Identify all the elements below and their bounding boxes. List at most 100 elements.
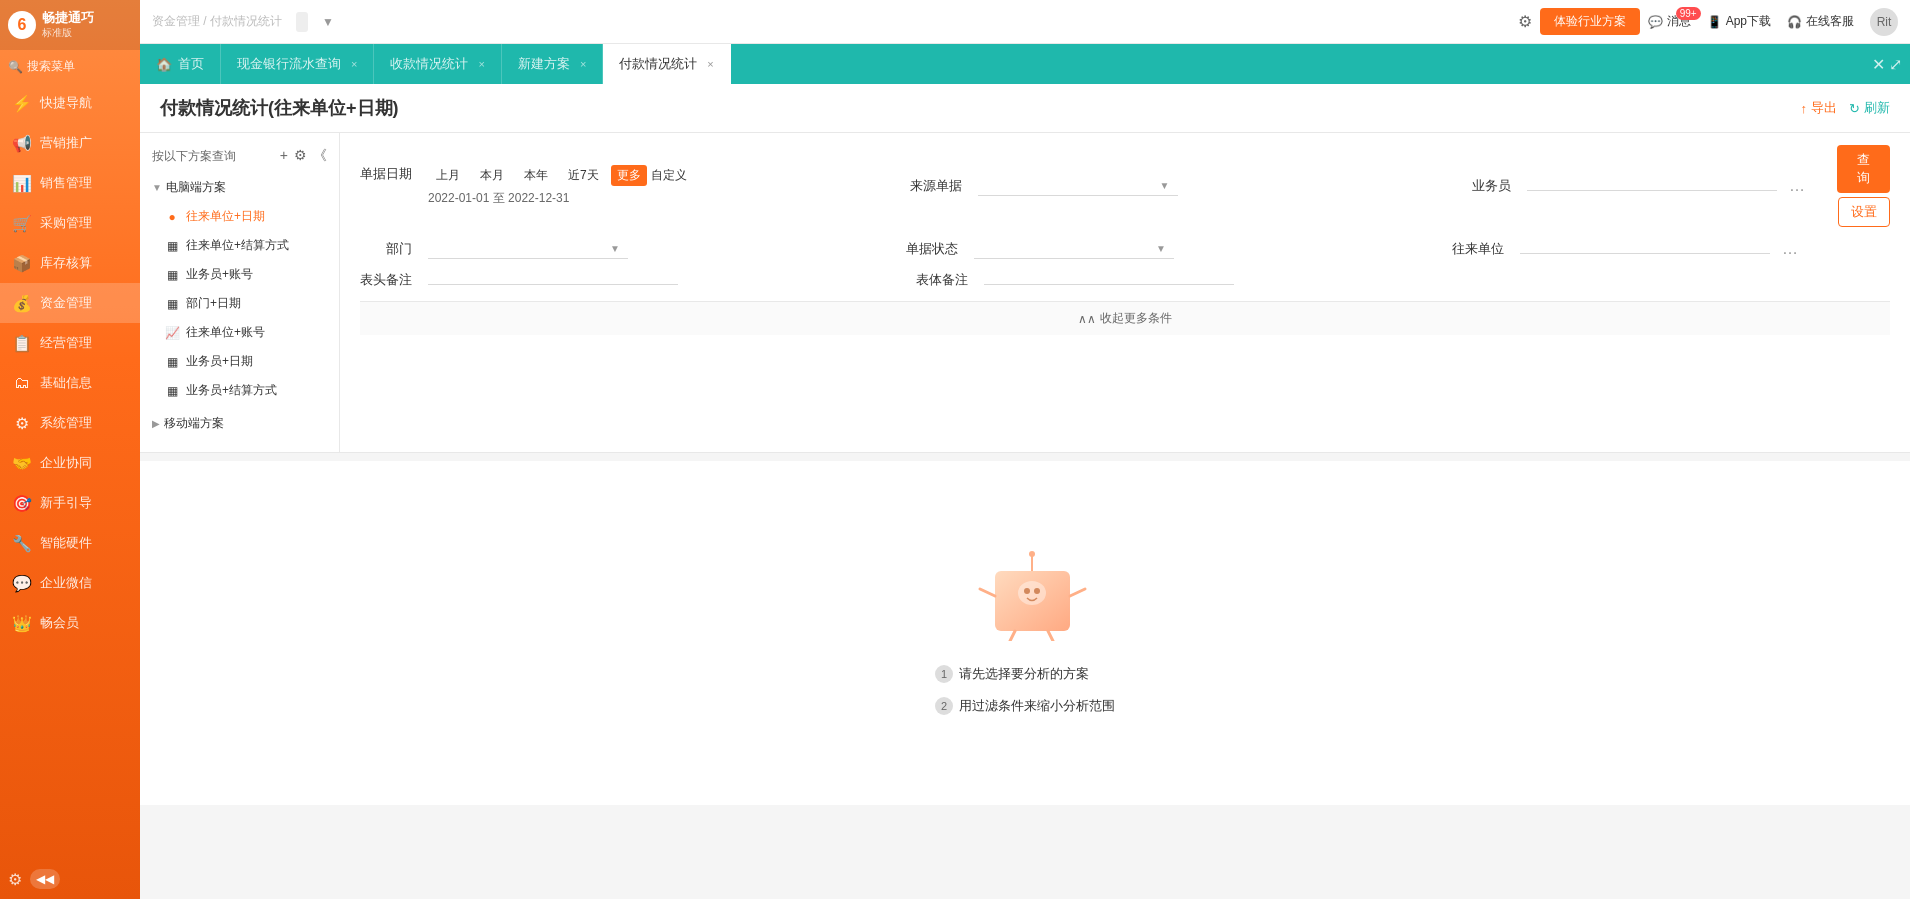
sidebar-item-wechat[interactable]: 💬 企业微信 [0, 563, 140, 603]
date-btn-this-year[interactable]: 本年 [516, 165, 556, 186]
scheme-item-staff-account[interactable]: ▦ 业务员+账号 [140, 260, 339, 289]
partner-input[interactable] [1520, 245, 1770, 254]
sidebar-item-guide[interactable]: 🎯 新手引导 [0, 483, 140, 523]
app-download-button[interactable]: 📱 App下载 [1707, 13, 1771, 30]
scheme-group-mobile-title[interactable]: ▶ 移动端方案 [140, 409, 339, 438]
sidebar-settings-icon[interactable]: ⚙ [8, 870, 22, 889]
export-icon: ↑ [1801, 101, 1808, 116]
date-btn-last-month[interactable]: 上月 [428, 165, 468, 186]
breadcrumb-arrow: ▼ [322, 15, 334, 29]
sidebar-item-sales[interactable]: 📊 销售管理 [0, 163, 140, 203]
date-btn-more[interactable]: 更多 [611, 165, 647, 186]
sidebar-item-hardware[interactable]: 🔧 智能硬件 [0, 523, 140, 563]
tab-payment-close[interactable]: × [707, 58, 713, 70]
page-header-actions: ↑ 导出 ↻ 刷新 [1801, 99, 1891, 117]
sidebar-item-basic-info[interactable]: 🗂 基础信息 [0, 363, 140, 403]
sidebar-item-label: 系统管理 [40, 414, 92, 432]
member-icon: 👑 [12, 613, 32, 633]
scheme-item-partner-date[interactable]: ● 往来单位+日期 [140, 202, 339, 231]
sidebar-item-operations[interactable]: 📋 经营管理 [0, 323, 140, 363]
note-body-input[interactable] [984, 276, 1234, 285]
tabbar-actions: ✕ ⤢ [1864, 55, 1910, 74]
dept-arrow-icon: ▼ [610, 243, 620, 254]
sidebar-item-purchase[interactable]: 🛒 采购管理 [0, 203, 140, 243]
search-menu[interactable]: 🔍 搜索菜单 [0, 50, 140, 83]
tab-bank-close[interactable]: × [351, 58, 357, 70]
sidebar-item-finance[interactable]: 💰 资金管理 [0, 283, 140, 323]
sidebar-item-inventory[interactable]: 📦 库存核算 [0, 243, 140, 283]
logo-text: 畅捷通巧 标准版 [42, 10, 94, 40]
scheme-item-staff-payment[interactable]: ▦ 业务员+结算方式 [140, 376, 339, 405]
scheme-settings-button[interactable]: ⚙ [294, 147, 307, 165]
date-section: 上月 本月 本年 近7天 更多 自定义 2022-01-01 至 2022-12… [428, 165, 687, 207]
page-title: 付款情况统计(往来单位+日期) [160, 96, 399, 120]
sidebar-item-label: 企业协同 [40, 454, 92, 472]
gear-icon[interactable]: ⚙ [1518, 12, 1532, 31]
tab-bank[interactable]: 现金银行流水查询 × [221, 44, 374, 84]
staff-more-button[interactable]: … [1785, 177, 1809, 195]
source-label: 来源单据 [910, 177, 970, 195]
avatar[interactable]: Rit [1870, 8, 1898, 36]
tab-new-scheme[interactable]: 新建方案 × [502, 44, 603, 84]
sidebar-item-label: 快捷导航 [40, 94, 92, 112]
svg-line-6 [980, 589, 995, 596]
query-button[interactable]: 查询 [1837, 145, 1890, 193]
tab-expand-icon[interactable]: ⤢ [1889, 55, 1902, 74]
message-button[interactable]: 💬 消息 99+ [1648, 13, 1691, 30]
svg-point-2 [1024, 588, 1030, 594]
sales-icon: 📊 [12, 173, 32, 193]
scheme-collapse-button[interactable]: 《 [313, 147, 327, 165]
empty-tips: 1 请先选择要分析的方案 2 用过滤条件来缩小分析范围 [935, 661, 1115, 725]
home-icon: 🏠 [156, 57, 172, 72]
scheme-item-staff-date[interactable]: ▦ 业务员+日期 [140, 347, 339, 376]
dept-select[interactable]: ▼ [428, 239, 628, 259]
note-head-input[interactable] [428, 276, 678, 285]
refresh-icon: ↻ [1849, 101, 1860, 116]
sidebar-item-quick-nav[interactable]: ⚡ 快捷导航 [0, 83, 140, 123]
tab-new-scheme-close[interactable]: × [580, 58, 586, 70]
filter-row-3: 表头备注 表体备注 [360, 271, 1890, 289]
scheme-item-chart-icon-2: ▦ [164, 268, 180, 282]
dept-label: 部门 [360, 240, 420, 258]
tab-close-all-icon[interactable]: ✕ [1872, 55, 1885, 74]
sidebar-item-marketing[interactable]: 📢 营销推广 [0, 123, 140, 163]
tab-receipt[interactable]: 收款情况统计 × [374, 44, 501, 84]
date-btn-7days[interactable]: 近7天 [560, 165, 607, 186]
scheme-item-dept-date[interactable]: ▦ 部门+日期 [140, 289, 339, 318]
tab-receipt-close[interactable]: × [478, 58, 484, 70]
scheme-item-partner-payment[interactable]: ▦ 往来单位+结算方式 [140, 231, 339, 260]
topbar-right: 💬 消息 99+ 📱 App下载 🎧 在线客服 Rit [1648, 8, 1898, 36]
trial-button[interactable]: 体验行业方案 [1540, 8, 1640, 35]
scheme-item-partner-account[interactable]: 📈 往来单位+账号 [140, 318, 339, 347]
staff-input[interactable] [1527, 182, 1777, 191]
operations-icon: 📋 [12, 333, 32, 353]
scheme-add-button[interactable]: + [280, 147, 288, 165]
scheme-item-active-indicator: ● [164, 210, 180, 224]
partner-more-button[interactable]: … [1778, 240, 1802, 258]
status-select[interactable]: ▼ [974, 239, 1174, 259]
source-select[interactable]: ▼ [978, 176, 1178, 196]
breadcrumb: 资金管理 / 付款情况统计 [152, 13, 282, 30]
logo-icon: 6 [8, 11, 36, 39]
online-service-button[interactable]: 🎧 在线客服 [1787, 13, 1854, 30]
sidebar-item-enterprise[interactable]: 🤝 企业协同 [0, 443, 140, 483]
note-body-label: 表体备注 [916, 271, 976, 289]
sidebar-collapse-button[interactable]: ◀◀ [30, 869, 60, 889]
collapse-more-button[interactable]: ∧∧ 收起更多条件 [360, 301, 1890, 335]
tab-home[interactable]: 🏠 首页 [140, 44, 221, 84]
sidebar-item-system[interactable]: ⚙ 系统管理 [0, 403, 140, 443]
tab-payment[interactable]: 付款情况统计 × [603, 44, 730, 84]
scheme-group-mobile: ▶ 移动端方案 [140, 409, 339, 438]
svg-point-5 [1029, 551, 1035, 557]
tabbar: 🏠 首页 现金银行流水查询 × 收款情况统计 × 新建方案 × 付款情况统计 ×… [140, 44, 1910, 84]
filter-settings-button[interactable]: 设置 [1838, 197, 1890, 227]
scheme-group-desktop-title[interactable]: ▼ 电脑端方案 [140, 173, 339, 202]
quick-nav-icon: ⚡ [12, 93, 32, 113]
export-button[interactable]: ↑ 导出 [1801, 99, 1838, 117]
scheme-item-chart-icon-3: ▦ [164, 297, 180, 311]
refresh-button[interactable]: ↻ 刷新 [1849, 99, 1890, 117]
sidebar-nav: ⚡ 快捷导航 📢 营销推广 📊 销售管理 🛒 采购管理 📦 库存核算 💰 资金管… [0, 83, 140, 859]
sidebar-item-member[interactable]: 👑 畅会员 [0, 603, 140, 643]
date-btn-this-month[interactable]: 本月 [472, 165, 512, 186]
sidebar-bottom: ⚙ ◀◀ [0, 859, 140, 899]
